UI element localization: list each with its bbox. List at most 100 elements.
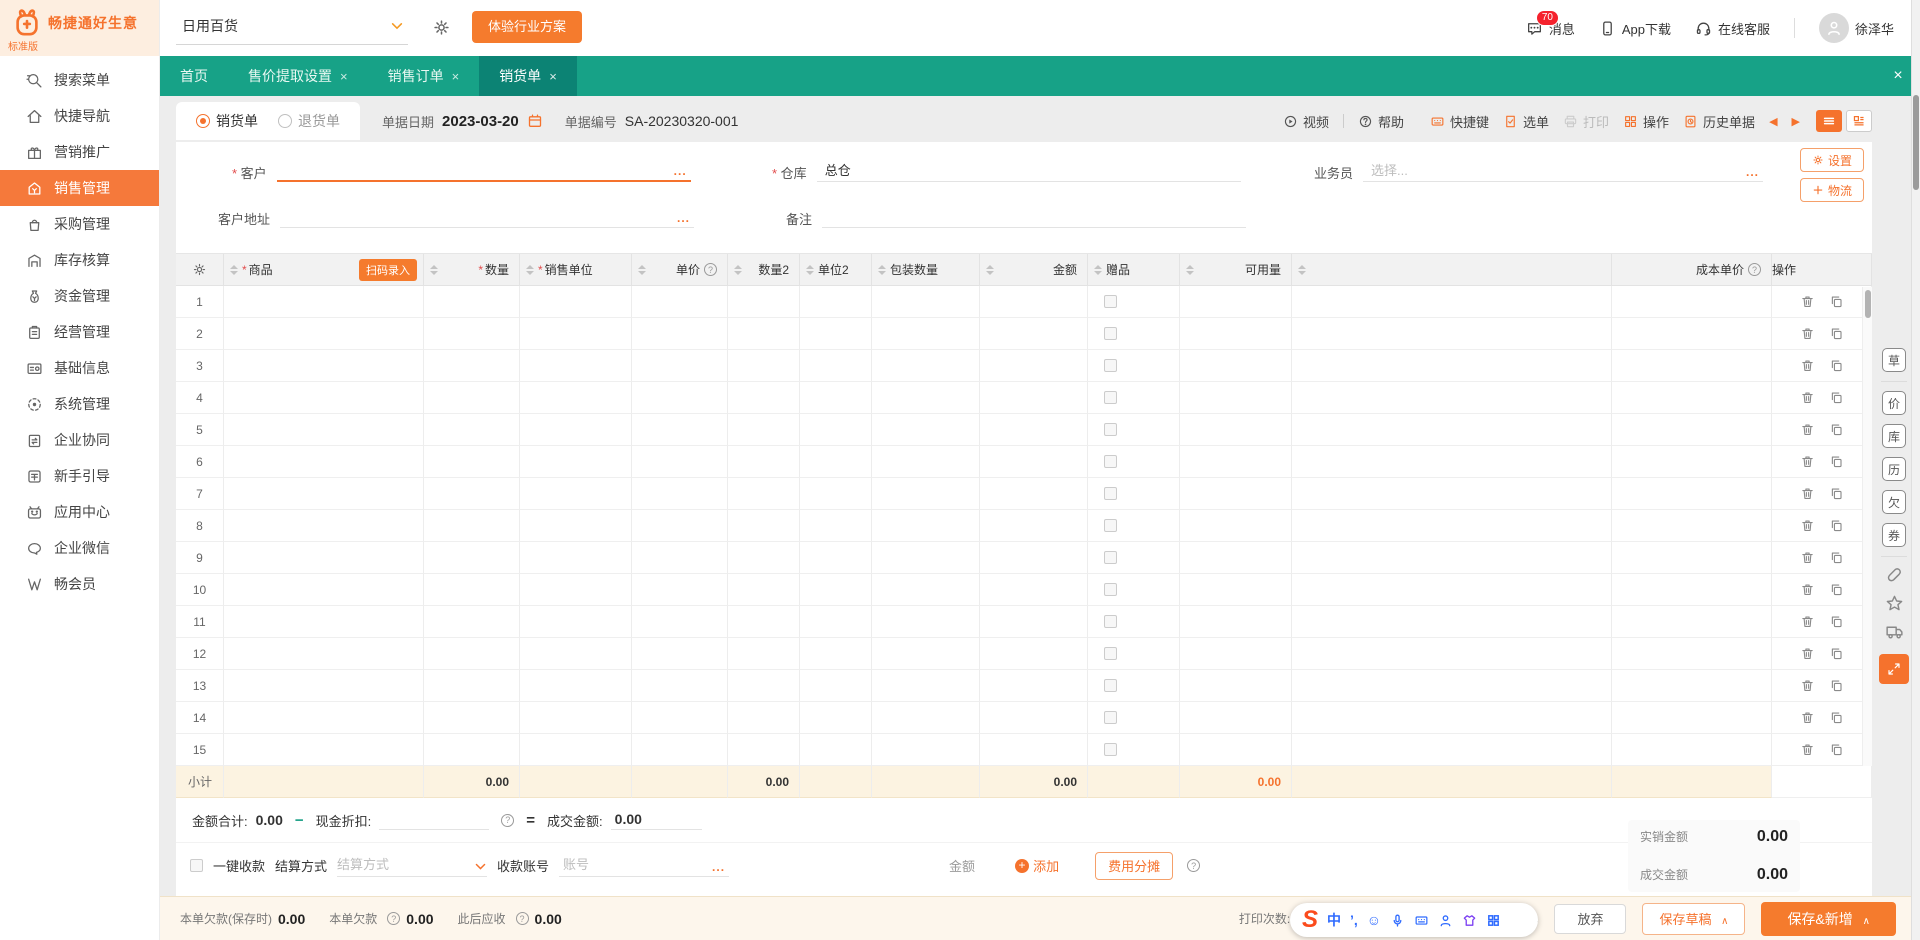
cell-qty2[interactable]	[728, 734, 800, 766]
cell-ops[interactable]	[1772, 574, 1872, 606]
cell-ops[interactable]	[1772, 542, 1872, 574]
cell-avail[interactable]	[1180, 446, 1292, 478]
cell-amount[interactable]	[980, 670, 1088, 702]
ime-grid-icon[interactable]	[1486, 913, 1501, 928]
account-set-selector[interactable]: 日用百货	[176, 12, 408, 45]
cell-qty2[interactable]	[728, 574, 800, 606]
sidebar-item-11[interactable]: 新手引导	[0, 458, 159, 494]
cell-packqty[interactable]	[872, 542, 980, 574]
cell-product[interactable]	[224, 478, 424, 510]
cell-qty2[interactable]	[728, 638, 800, 670]
cell-cost[interactable]	[1612, 606, 1772, 638]
cell-product[interactable]	[224, 606, 424, 638]
cell-qty[interactable]	[424, 670, 520, 702]
rail-item-4[interactable]: 欠	[1882, 490, 1906, 514]
messages-button[interactable]: 70 消息	[1526, 9, 1575, 38]
cell-ops[interactable]	[1772, 286, 1872, 318]
cell-amount[interactable]	[980, 318, 1088, 350]
cell-packqty[interactable]	[872, 350, 980, 382]
cell-price[interactable]	[632, 478, 728, 510]
cell-filler[interactable]	[1292, 574, 1612, 606]
cell-gift[interactable]	[1088, 318, 1180, 350]
delete-row-icon[interactable]	[1800, 582, 1815, 597]
cell-packqty[interactable]	[872, 702, 980, 734]
delete-row-icon[interactable]	[1800, 518, 1815, 533]
ime-keyboard-icon[interactable]	[1414, 913, 1429, 928]
cell-unit2[interactable]	[800, 638, 872, 670]
cell-cost[interactable]	[1612, 670, 1772, 702]
cell-amount[interactable]	[980, 350, 1088, 382]
cell-qty2[interactable]	[728, 670, 800, 702]
cell-unit2[interactable]	[800, 382, 872, 414]
delete-row-icon[interactable]	[1800, 358, 1815, 373]
cell-filler[interactable]	[1292, 446, 1612, 478]
cell-cost[interactable]	[1612, 542, 1772, 574]
col-header-avail[interactable]: 可用量	[1180, 254, 1292, 286]
ime-punct-icon[interactable]: ’,	[1350, 912, 1358, 928]
cell-avail[interactable]	[1180, 478, 1292, 510]
cell-ops[interactable]	[1772, 510, 1872, 542]
toolbar-history-button[interactable]: 历史单据	[1683, 112, 1755, 131]
cell-qty2[interactable]	[728, 702, 800, 734]
cell-gift[interactable]	[1088, 542, 1180, 574]
sort-arrows-icon[interactable]	[1298, 264, 1306, 275]
cell-amount[interactable]	[980, 574, 1088, 606]
cell-cost[interactable]	[1612, 734, 1772, 766]
cell-ops[interactable]	[1772, 734, 1872, 766]
sidebar-item-10[interactable]: 企业协同	[0, 422, 159, 458]
cell-price[interactable]	[632, 542, 728, 574]
logistics-button[interactable]: 物流	[1800, 178, 1864, 202]
cell-avail[interactable]	[1180, 382, 1292, 414]
rail-item-5[interactable]: 券	[1882, 523, 1906, 547]
settings-button[interactable]: 设置	[1800, 148, 1864, 172]
delete-row-icon[interactable]	[1800, 646, 1815, 661]
customer-input[interactable]: ...	[276, 158, 691, 182]
cell-price[interactable]	[632, 350, 728, 382]
cell-unit[interactable]	[520, 670, 632, 702]
cell-gift[interactable]	[1088, 702, 1180, 734]
col-header-unit2[interactable]: 单位2	[800, 254, 872, 286]
cell-unit2[interactable]	[800, 414, 872, 446]
cell-cost[interactable]	[1612, 510, 1772, 542]
cell-product[interactable]	[224, 670, 424, 702]
cell-gift[interactable]	[1088, 574, 1180, 606]
cell-qty[interactable]	[424, 414, 520, 446]
cell-unit2[interactable]	[800, 446, 872, 478]
copy-row-icon[interactable]	[1829, 742, 1844, 757]
cell-ops[interactable]	[1772, 670, 1872, 702]
delete-row-icon[interactable]	[1800, 550, 1815, 565]
cell-ops[interactable]	[1772, 478, 1872, 510]
cell-unit2[interactable]	[800, 286, 872, 318]
sidebar-item-1[interactable]: 快捷导航	[0, 98, 159, 134]
copy-row-icon[interactable]	[1829, 358, 1844, 373]
rail-item-3[interactable]: 历	[1882, 457, 1906, 481]
customer-picker-ellipsis[interactable]: ...	[674, 164, 687, 178]
cell-unit2[interactable]	[800, 574, 872, 606]
cell-product[interactable]	[224, 574, 424, 606]
cell-unit[interactable]	[520, 318, 632, 350]
address-input[interactable]: ...	[280, 204, 695, 228]
ime-lang-toggle[interactable]: 中	[1327, 910, 1341, 930]
cell-qty2[interactable]	[728, 414, 800, 446]
truck-icon[interactable]	[1885, 622, 1904, 641]
cell-unit[interactable]	[520, 414, 632, 446]
sidebar-item-9[interactable]: 系统管理	[0, 386, 159, 422]
cell-price[interactable]	[632, 414, 728, 446]
cell-unit2[interactable]	[800, 702, 872, 734]
copy-row-icon[interactable]	[1829, 614, 1844, 629]
cell-packqty[interactable]	[872, 382, 980, 414]
toolbar-grid-button[interactable]: 操作	[1623, 112, 1669, 131]
radio-sale-note[interactable]: 销货单	[196, 111, 258, 131]
cell-product[interactable]	[224, 734, 424, 766]
cell-qty[interactable]	[424, 638, 520, 670]
support-button[interactable]: 在线客服	[1695, 19, 1770, 38]
cell-filler[interactable]	[1292, 510, 1612, 542]
cell-qty[interactable]	[424, 478, 520, 510]
cell-unit[interactable]	[520, 350, 632, 382]
page-scrollbar[interactable]	[1911, 0, 1920, 940]
sort-arrows-icon[interactable]	[526, 264, 534, 275]
cell-unit2[interactable]	[800, 510, 872, 542]
save-new-button[interactable]: 保存&新增 ∧	[1761, 901, 1896, 936]
cell-cost[interactable]	[1612, 446, 1772, 478]
cell-unit[interactable]	[520, 702, 632, 734]
